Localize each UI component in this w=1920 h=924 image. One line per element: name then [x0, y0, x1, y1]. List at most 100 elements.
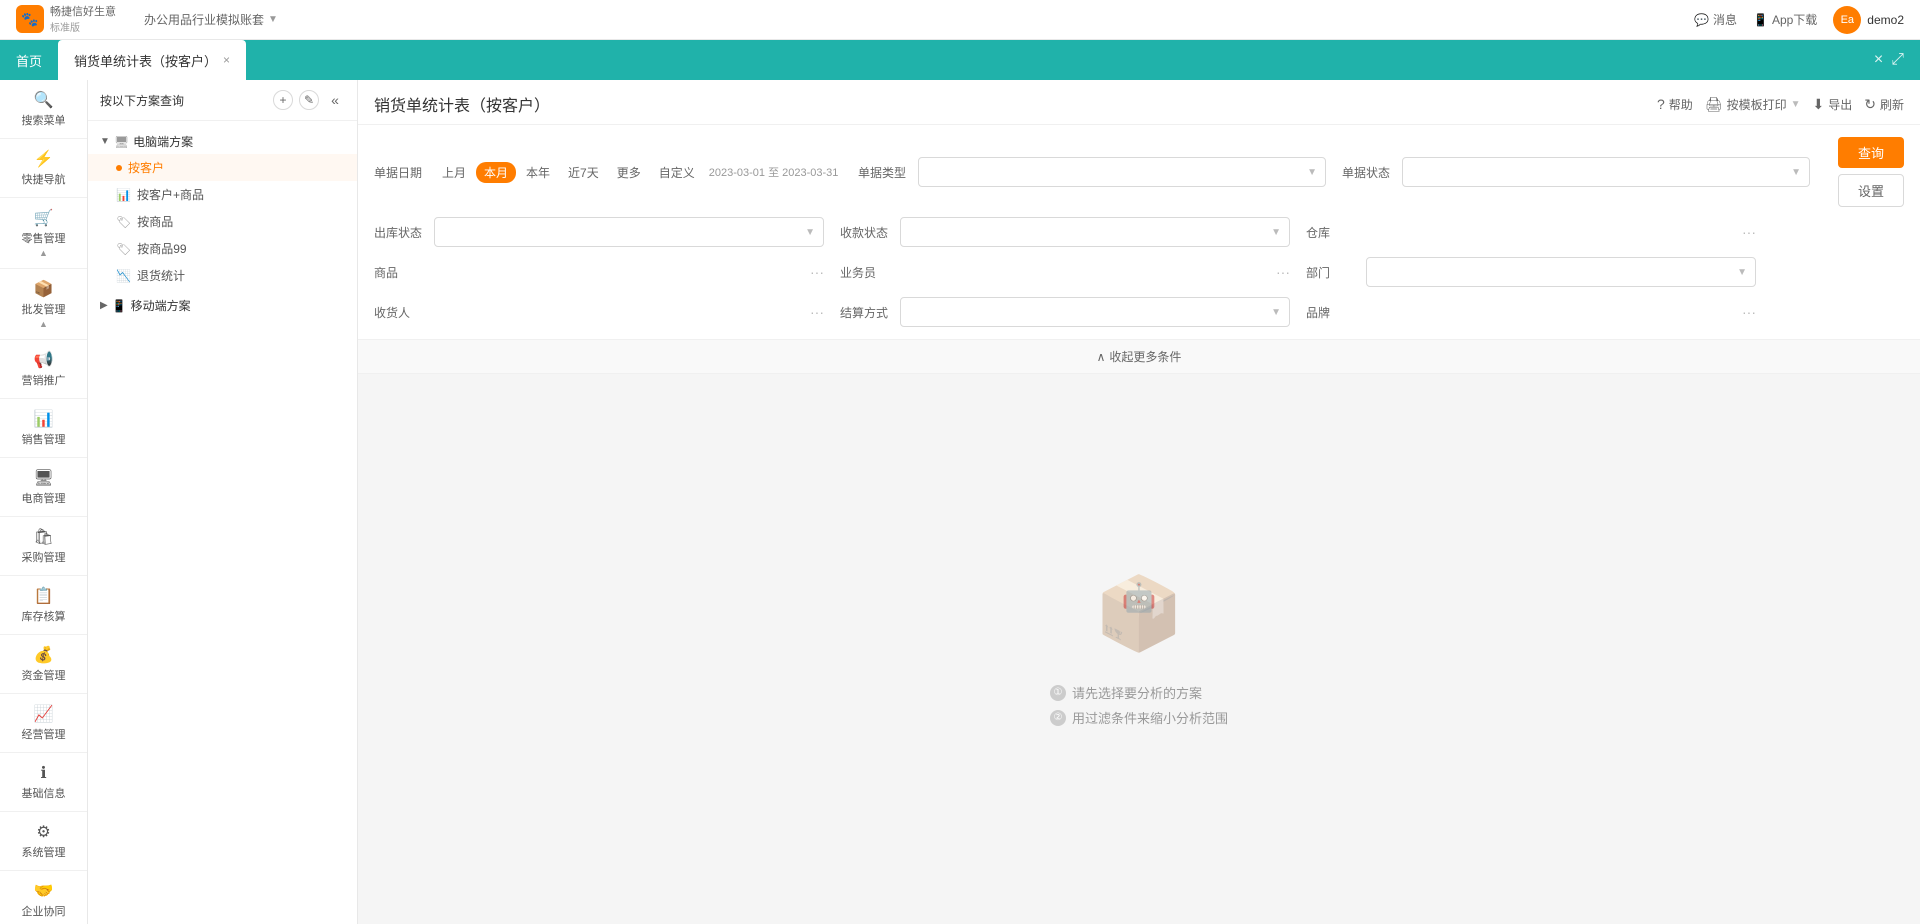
app-label: App下载	[1772, 11, 1817, 28]
recipient-filter-item: 收货人 ···	[374, 304, 824, 321]
tree-item-by-goods-99[interactable]: 🏷 按商品99	[88, 235, 357, 262]
system-title-dropdown-icon[interactable]: ▼	[268, 14, 278, 25]
date-btn-last-month[interactable]: 上月	[434, 162, 474, 183]
sidebar-item-ecom-mgmt[interactable]: 🖥 电商管理	[0, 458, 87, 517]
retail-mgmt-arrow-icon: ▲	[39, 248, 48, 258]
tab-sales-stat[interactable]: 销货单统计表（按客户） ×	[58, 40, 246, 80]
department-arrow-icon: ▼	[1737, 267, 1747, 278]
query-button[interactable]: 查询	[1838, 137, 1904, 168]
tree-item-by-customer-goods[interactable]: 📊 按客户+商品	[88, 181, 357, 208]
tree-group-pc: ▼ 🖥 电脑端方案 按客户 📊 按客户+商品 🏷	[88, 129, 357, 289]
brand-dots-icon[interactable]: ···	[1742, 304, 1756, 320]
settle-method-select[interactable]: ▼	[900, 297, 1290, 327]
salesperson-dots-icon[interactable]: ···	[1276, 264, 1290, 280]
app-download-action[interactable]: 📱 App下载	[1753, 11, 1817, 28]
purchase-mgmt-label: 采购管理	[22, 549, 66, 565]
sidebar-item-search-menu[interactable]: 🔍 搜索菜单	[0, 80, 87, 139]
collapse-label: 收起更多条件	[1109, 348, 1181, 365]
tree-group-mobile: ▶ 📱 移动端方案	[88, 293, 357, 318]
out-status-select[interactable]: ▼	[434, 217, 824, 247]
sidebar-item-purchase-mgmt[interactable]: 🛍 采购管理	[0, 517, 87, 576]
sidebar-item-basic-info[interactable]: ℹ 基础信息	[0, 753, 87, 812]
out-status-label: 出库状态	[374, 224, 426, 241]
collapse-row[interactable]: ∧ 收起更多条件	[358, 340, 1920, 374]
collect-status-select[interactable]: ▼	[900, 217, 1290, 247]
scheme-collapse-btn[interactable]: «	[325, 90, 345, 110]
sidebar-item-quick-nav[interactable]: ⚡ 快捷导航	[0, 139, 87, 198]
export-action[interactable]: ⬇ 导出	[1813, 96, 1853, 113]
recipient-control: ···	[434, 304, 824, 320]
date-btn-this-year[interactable]: 本年	[518, 162, 558, 183]
date-btn-more[interactable]: 更多	[609, 162, 649, 183]
message-action[interactable]: 💬 消息	[1694, 11, 1737, 28]
sidebar-item-operation[interactable]: 📈 经营管理	[0, 694, 87, 753]
print-action[interactable]: 🖨 按模板打印 ▼	[1705, 96, 1801, 113]
tab-expand-icon[interactable]: ⤢	[1891, 51, 1904, 69]
scheme-panel: 按以下方案查询 + ✎ « ▼ 🖥 电脑端方案	[88, 80, 358, 924]
refresh-action[interactable]: ↻ 刷新	[1864, 96, 1904, 113]
sidebar-item-finance[interactable]: 💰 资金管理	[0, 635, 87, 694]
sidebar-item-inventory[interactable]: 📋 库存核算	[0, 576, 87, 635]
collect-status-arrow-icon: ▼	[1271, 227, 1281, 238]
department-select[interactable]: ▼	[1366, 257, 1756, 287]
tab-close-all-icon[interactable]: ×	[1874, 51, 1883, 69]
wholesale-mgmt-label: 批发管理	[22, 301, 66, 317]
sidebar-item-enterprise[interactable]: 🤝 企业协同	[0, 871, 87, 924]
logo-sub: 标准版	[50, 19, 116, 34]
scheme-edit-btn[interactable]: ✎	[299, 90, 319, 110]
bill-type-select[interactable]: ▼	[918, 157, 1326, 187]
sidebar-item-retail-mgmt[interactable]: 🛒 零售管理 ▲	[0, 198, 87, 269]
page-title: 销货单统计表（按客户）	[374, 92, 550, 116]
bill-type-control: ▼	[918, 157, 1326, 187]
enterprise-label: 企业协同	[22, 903, 66, 919]
empty-tip-1: ① 请先选择要分析的方案	[1050, 683, 1228, 702]
date-label: 单据日期	[374, 164, 426, 181]
tree-mobile-group-label: 移动端方案	[131, 297, 191, 314]
goods-dots-icon[interactable]: ···	[810, 264, 824, 280]
brand-filter-item: 品牌 ···	[1306, 304, 1756, 321]
date-btn-custom[interactable]: 自定义	[651, 162, 703, 183]
help-action[interactable]: ? 帮助	[1657, 96, 1693, 113]
sidebar-item-wholesale-mgmt[interactable]: 📦 批发管理 ▲	[0, 269, 87, 340]
tip-2-text: 用过滤条件来缩小分析范围	[1072, 708, 1228, 727]
tree-group-pc-header[interactable]: ▼ 🖥 电脑端方案	[88, 129, 357, 154]
tree-item-by-customer[interactable]: 按客户	[88, 154, 357, 181]
print-icon: 🖨	[1705, 96, 1723, 113]
sidebar-item-sales-mgmt[interactable]: 📊 销售管理	[0, 399, 87, 458]
tree-item-by-return[interactable]: 📉 退货统计	[88, 262, 357, 289]
tree-item-by-goods[interactable]: 🏷 按商品	[88, 208, 357, 235]
scheme-add-btn[interactable]: +	[273, 90, 293, 110]
ecom-mgmt-icon: 🖥	[33, 468, 53, 488]
user-area[interactable]: Ea demo2	[1833, 6, 1904, 34]
recipient-dots-icon[interactable]: ···	[810, 304, 824, 320]
settle-method-filter-item: 结算方式 ▼	[840, 297, 1290, 327]
content-area: 按以下方案查询 + ✎ « ▼ 🖥 电脑端方案	[88, 80, 1920, 924]
bill-status-filter-item: 单据状态 ▼	[1342, 157, 1810, 187]
tab-home[interactable]: 首页	[0, 40, 58, 80]
tab-close-icon[interactable]: ×	[223, 53, 230, 67]
sales-mgmt-label: 销售管理	[22, 431, 66, 447]
tree-group-mobile-header[interactable]: ▶ 📱 移动端方案	[88, 293, 357, 318]
warehouse-label: 仓库	[1306, 224, 1358, 241]
date-btn-last7[interactable]: 近7天	[560, 162, 607, 183]
tip-1-text: 请先选择要分析的方案	[1072, 683, 1202, 702]
sidebar-item-sys-mgmt[interactable]: ⚙ 系统管理	[0, 812, 87, 871]
settings-button[interactable]: 设置	[1838, 174, 1904, 207]
filter-row-3: 商品 ··· 业务员 ··· 部门	[374, 257, 1904, 287]
goods-label: 商品	[374, 264, 426, 281]
basic-info-label: 基础信息	[22, 785, 66, 801]
marketing-icon: 📢	[34, 350, 54, 370]
bill-status-select[interactable]: ▼	[1402, 157, 1810, 187]
scheme-tree: ▼ 🖥 电脑端方案 按客户 📊 按客户+商品 🏷	[88, 121, 357, 924]
by-customer-goods-label: 按客户+商品	[137, 186, 204, 203]
scheme-title: 按以下方案查询	[100, 92, 184, 109]
date-btn-this-month[interactable]: 本月	[476, 162, 516, 183]
sidebar-item-marketing[interactable]: 📢 营销推广	[0, 340, 87, 399]
quick-nav-icon: ⚡	[34, 149, 54, 169]
brand-control: ···	[1366, 304, 1756, 320]
warehouse-dots-icon[interactable]: ···	[1742, 224, 1756, 240]
retail-mgmt-icon: 🛒	[34, 208, 54, 228]
department-control: ▼	[1366, 257, 1756, 287]
operation-icon: 📈	[34, 704, 54, 724]
bill-type-filter-item: 单据类型 ▼	[858, 157, 1326, 187]
